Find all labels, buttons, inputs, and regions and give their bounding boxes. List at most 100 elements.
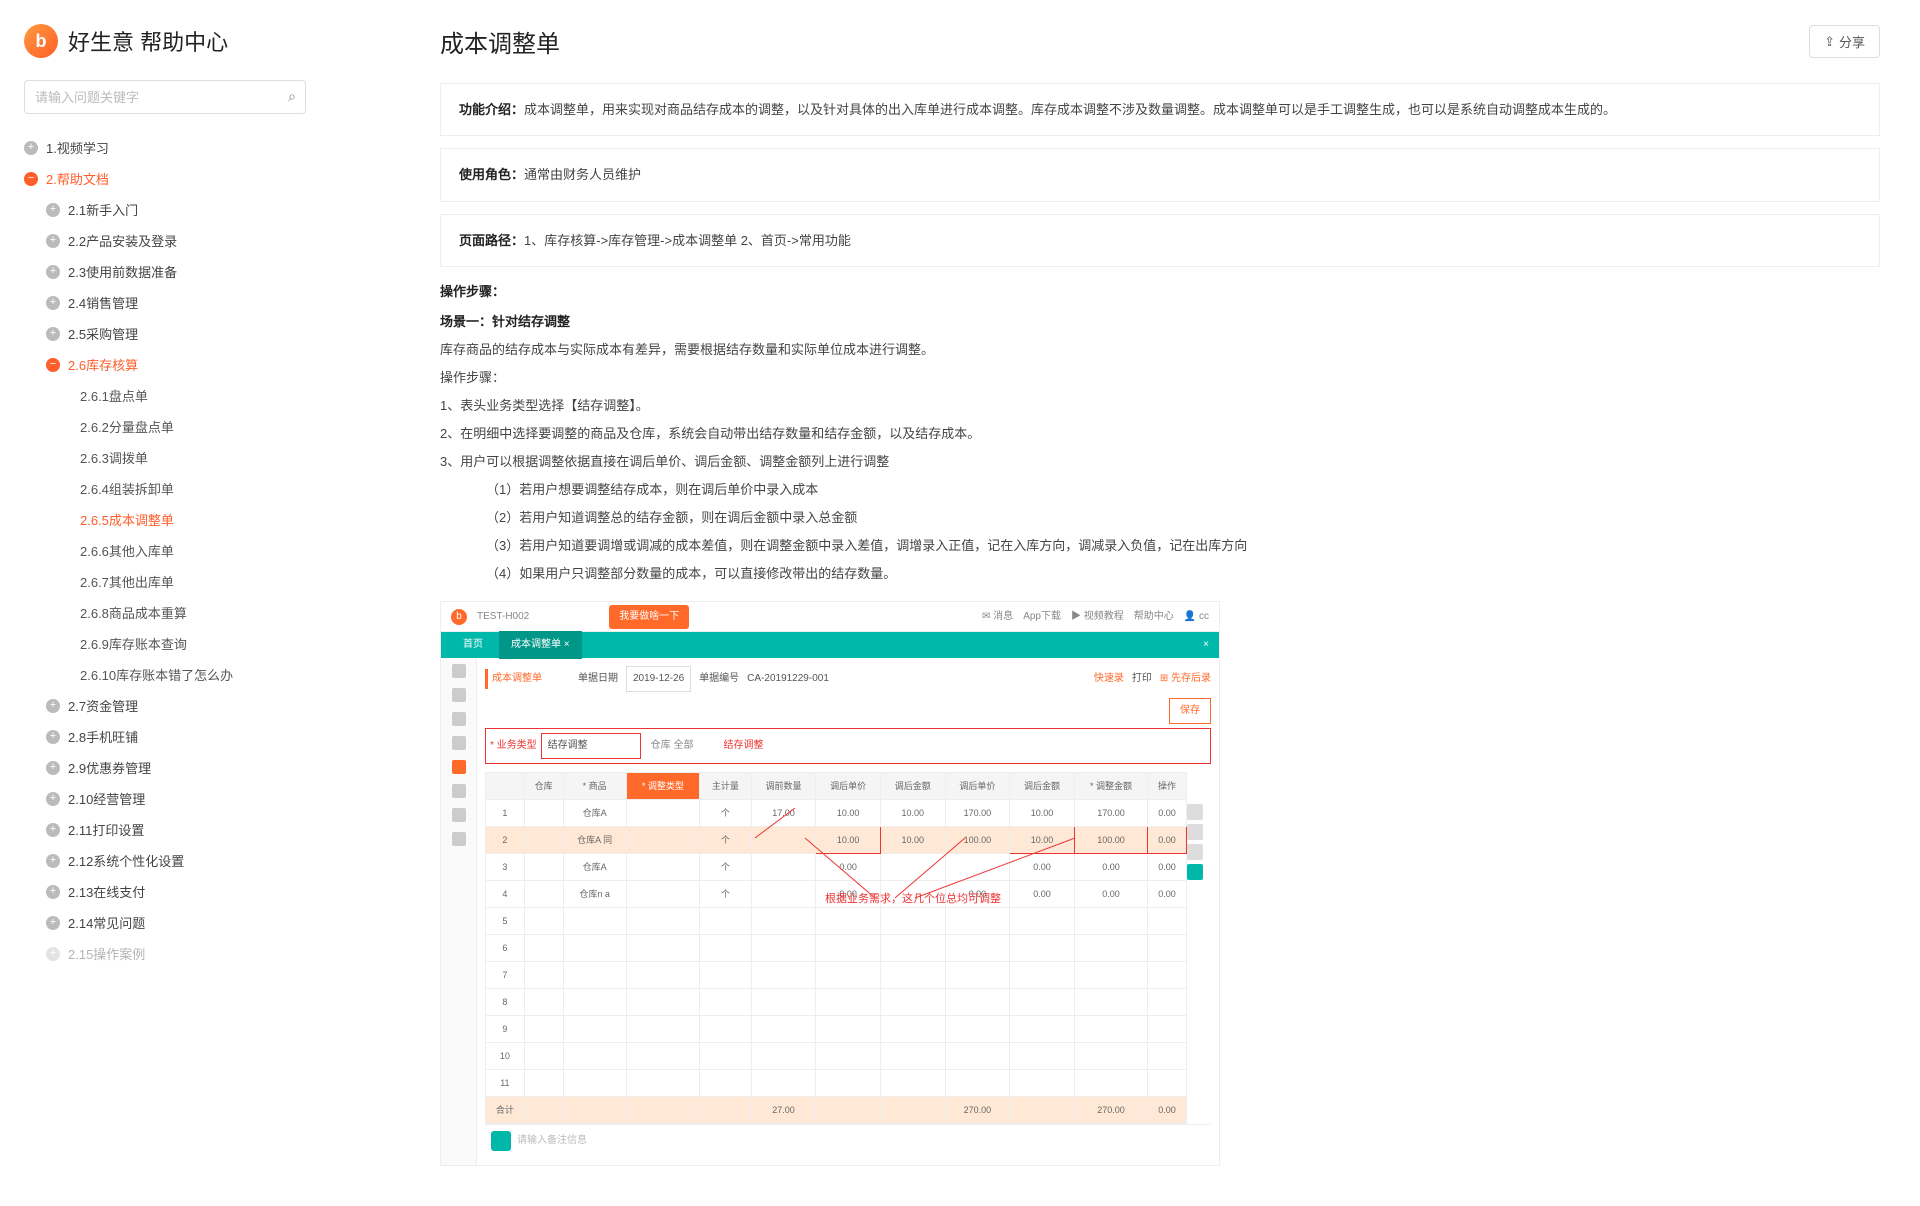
table-header: 调前数量 (751, 773, 816, 800)
embed-tab-active: 成本调整单 × (499, 631, 582, 659)
nav-2-6-1[interactable]: 2.6.1盘点单 (24, 380, 306, 411)
table-cell: 11 (486, 1070, 525, 1097)
embed-help: 帮助中心 (1134, 607, 1174, 627)
table-cell (563, 962, 626, 989)
table-cell (524, 1043, 563, 1070)
nav-2-14[interactable]: +2.14常见问题 (24, 907, 306, 938)
table-cell (751, 881, 816, 908)
nav-2-6-6[interactable]: 2.6.6其他入库单 (24, 535, 306, 566)
nav-2-15[interactable]: +2.15操作案例 (24, 938, 306, 969)
embed-date-value: 2019-12-26 (626, 666, 691, 692)
table-header: 调后金额 (1010, 773, 1075, 800)
footer-cell: 270.00 (1074, 1097, 1147, 1124)
nav-2-3[interactable]: +2.3使用前数据准备 (24, 256, 306, 287)
table-cell (700, 1016, 752, 1043)
table-row: 3仓库A个0.000.000.000.00 (486, 854, 1187, 881)
nav-2-6-8[interactable]: 2.6.8商品成本重算 (24, 597, 306, 628)
side-icon (452, 736, 466, 750)
nav-2-6[interactable]: −2.6库存核算 (24, 349, 306, 380)
table-cell (524, 800, 563, 827)
embed-bottom-bar: 请输入备注信息 (485, 1124, 1211, 1157)
embed-save: ⊞ 先存后录 (1160, 669, 1211, 689)
embed-logo-icon: b (451, 609, 467, 625)
table-header: 仓库 (524, 773, 563, 800)
table-cell (1148, 1070, 1187, 1097)
scene1-heading: 场景一：针对结存调整 (440, 309, 1880, 335)
table-cell (751, 908, 816, 935)
title-row: 成本调整单 ⇪分享 (440, 24, 1880, 59)
table-cell: 个 (700, 854, 752, 881)
nav-2-9[interactable]: +2.9优惠券管理 (24, 752, 306, 783)
table-cell: 10.00 (816, 800, 881, 827)
embed-sidebar (441, 658, 477, 1165)
table-cell (1010, 1043, 1075, 1070)
table-row: 10 (486, 1043, 1187, 1070)
footer-cell: 0.00 (1148, 1097, 1187, 1124)
nav-2-13[interactable]: +2.13在线支付 (24, 876, 306, 907)
table-cell (1010, 989, 1075, 1016)
nav-2-7[interactable]: +2.7资金管理 (24, 690, 306, 721)
embed-code-label: 单据编号 (699, 669, 739, 689)
table-cell (626, 1016, 699, 1043)
embed-close-icon: × (1203, 635, 1209, 655)
step-3c: （3）若用户知道要调增或调减的成本差值，则在调整金额中录入差值，调增录入正值，记… (440, 533, 1880, 559)
ops-label: 操作步骤： (440, 365, 1880, 391)
note-icon (491, 1131, 511, 1151)
table-cell (816, 989, 881, 1016)
nav-2-8[interactable]: +2.8手机旺铺 (24, 721, 306, 752)
table-cell (563, 1070, 626, 1097)
share-button[interactable]: ⇪分享 (1809, 25, 1880, 58)
table-cell (816, 1043, 881, 1070)
table-cell (751, 935, 816, 962)
nav-2-6-3[interactable]: 2.6.3调拨单 (24, 442, 306, 473)
nav-2-10[interactable]: +2.10经营管理 (24, 783, 306, 814)
nav-2-6-2[interactable]: 2.6.2分量盘点单 (24, 411, 306, 442)
table-cell: 0.00 (1148, 800, 1187, 827)
table-row: 1仓库A个17.0010.0010.00170.0010.00170.000.0… (486, 800, 1187, 827)
share-icon: ⇪ (1824, 34, 1835, 50)
nav-2-4[interactable]: +2.4销售管理 (24, 287, 306, 318)
table-cell (945, 1043, 1010, 1070)
table-cell (1148, 962, 1187, 989)
table-cell: 9 (486, 1016, 525, 1043)
table-cell (945, 1070, 1010, 1097)
nav-2-5[interactable]: +2.5采购管理 (24, 318, 306, 349)
search-input[interactable] (24, 80, 306, 114)
note-placeholder: 请输入备注信息 (517, 1131, 587, 1151)
nav-2-11[interactable]: +2.11打印设置 (24, 814, 306, 845)
table-cell (700, 1043, 752, 1070)
table-cell: 仓库n a (563, 881, 626, 908)
table-row: 7 (486, 962, 1187, 989)
table-cell (563, 1043, 626, 1070)
table-cell (1074, 962, 1147, 989)
table-cell (1010, 908, 1075, 935)
side-icon (452, 664, 466, 678)
nav-2-1[interactable]: +2.1新手入门 (24, 194, 306, 225)
embed-msg-icon: ✉ 消息 (982, 607, 1013, 627)
search-icon[interactable]: ⌕ (288, 88, 296, 105)
table-cell (524, 1016, 563, 1043)
table-cell: 10.00 (816, 827, 881, 854)
intro-box: 功能介绍：成本调整单，用来实现对商品结存成本的调整，以及针对具体的出入库单进行成… (440, 83, 1880, 136)
table-header: 操作 (1148, 773, 1187, 800)
table-cell (945, 854, 1010, 881)
table-cell (1148, 935, 1187, 962)
nav-2-6-10[interactable]: 2.6.10库存账本错了怎么办 (24, 659, 306, 690)
nav-video[interactable]: +1.视频学习 (24, 132, 306, 163)
nav-2-6-9[interactable]: 2.6.9库存账本查询 (24, 628, 306, 659)
annotation-2: 根据业务需求，这几个位总均可调整 (825, 888, 1001, 910)
nav-2-2[interactable]: +2.2产品安装及登录 (24, 225, 306, 256)
table-cell: 仓库A 同 (563, 827, 626, 854)
footer-cell (880, 1097, 945, 1124)
role-box: 使用角色：通常由财务人员维护 (440, 148, 1880, 201)
nav-2-6-7[interactable]: 2.6.7其他出库单 (24, 566, 306, 597)
nav-2-6-4[interactable]: 2.6.4组装拆卸单 (24, 473, 306, 504)
table-cell: 个 (700, 827, 752, 854)
nav-2-12[interactable]: +2.12系统个性化设置 (24, 845, 306, 876)
nav-2-6-5[interactable]: 2.6.5成本调整单 (24, 504, 306, 535)
embed-tab-home: 首页 (451, 631, 495, 659)
nav-help-docs[interactable]: −2.帮助文档 (24, 163, 306, 194)
table-row: 9 (486, 1016, 1187, 1043)
table-cell: 0.00 (1148, 827, 1187, 854)
table-cell (880, 1070, 945, 1097)
